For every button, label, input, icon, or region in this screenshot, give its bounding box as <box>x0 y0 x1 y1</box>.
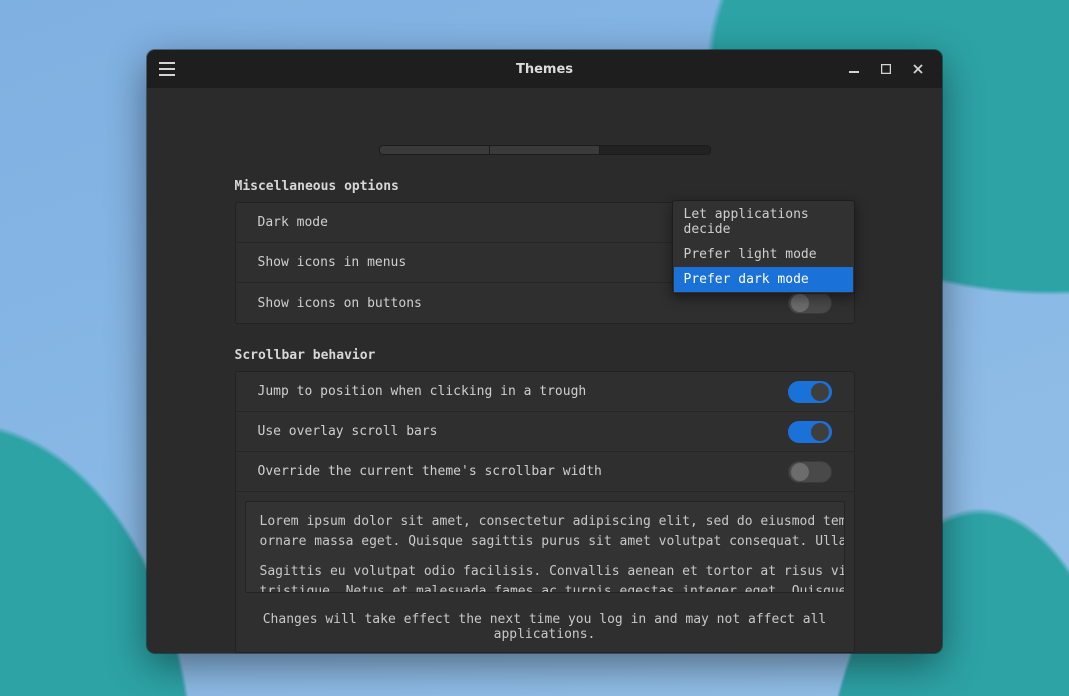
window-controls <box>844 59 934 79</box>
toggle-jump[interactable] <box>788 381 832 403</box>
content-area: Themes Add/Remove Settings Miscellaneous… <box>147 88 942 653</box>
dropdown-item-let-decide[interactable]: Let applications decide <box>674 202 853 242</box>
minimize-button[interactable] <box>844 59 864 79</box>
dropdown-item-prefer-light[interactable]: Prefer light mode <box>674 242 853 267</box>
label-overlay: Use overlay scroll bars <box>258 424 788 439</box>
panel-scrollbar: Jump to position when clicking in a trou… <box>235 371 855 653</box>
preview-line-1: Lorem ipsum dolor sit amet, consectetur … <box>260 514 845 529</box>
themes-window: Themes Themes Add/Remove Settings <box>147 50 942 653</box>
section-misc: Miscellaneous options Dark mode Let appl… <box>235 155 855 324</box>
section-scrollbar: Scrollbar behavior Jump to position when… <box>235 324 855 653</box>
maximize-button[interactable] <box>876 59 896 79</box>
tab-themes[interactable]: Themes <box>380 146 490 155</box>
label-override-width: Override the current theme's scrollbar w… <box>258 464 788 479</box>
window-title: Themes <box>147 62 942 77</box>
tab-settings[interactable]: Settings <box>600 146 710 155</box>
toggle-show-icons-buttons[interactable] <box>788 292 832 314</box>
row-overlay: Use overlay scroll bars <box>236 412 854 452</box>
tab-group: Themes Add/Remove Settings <box>379 145 711 155</box>
tab-addremove[interactable]: Add/Remove <box>490 146 600 155</box>
dropdown-item-prefer-dark[interactable]: Prefer dark mode <box>674 267 853 292</box>
toggle-overlay[interactable] <box>788 421 832 443</box>
preview-line-3: Sagittis eu volutpat odio facilisis. Con… <box>260 564 845 579</box>
preview-line-2: ornare massa eget. Quisque sagittis puru… <box>260 534 845 549</box>
panel-misc: Dark mode Let applications decide Prefer… <box>235 202 855 324</box>
label-jump: Jump to position when clicking in a trou… <box>258 384 788 399</box>
section-title-misc: Miscellaneous options <box>235 179 855 194</box>
row-dark-mode: Dark mode Let applications decide Prefer… <box>236 203 854 243</box>
titlebar: Themes <box>147 50 942 88</box>
dark-mode-dropdown[interactable]: Let applications decide Prefer light mod… <box>672 200 855 294</box>
preview-line-4: tristique. Netus et malesuada fames ac t… <box>260 584 845 593</box>
scrollbar-preview: Lorem ipsum dolor sit amet, consectetur … <box>245 501 845 593</box>
close-button[interactable] <box>908 59 928 79</box>
row-override-width: Override the current theme's scrollbar w… <box>236 452 854 492</box>
footer-note: Changes will take effect the next time y… <box>236 602 854 652</box>
section-title-scrollbar: Scrollbar behavior <box>235 348 855 363</box>
row-jump: Jump to position when clicking in a trou… <box>236 372 854 412</box>
label-show-icons-buttons: Show icons on buttons <box>258 296 788 311</box>
toggle-override-width[interactable] <box>788 461 832 483</box>
menu-icon[interactable] <box>155 57 179 81</box>
